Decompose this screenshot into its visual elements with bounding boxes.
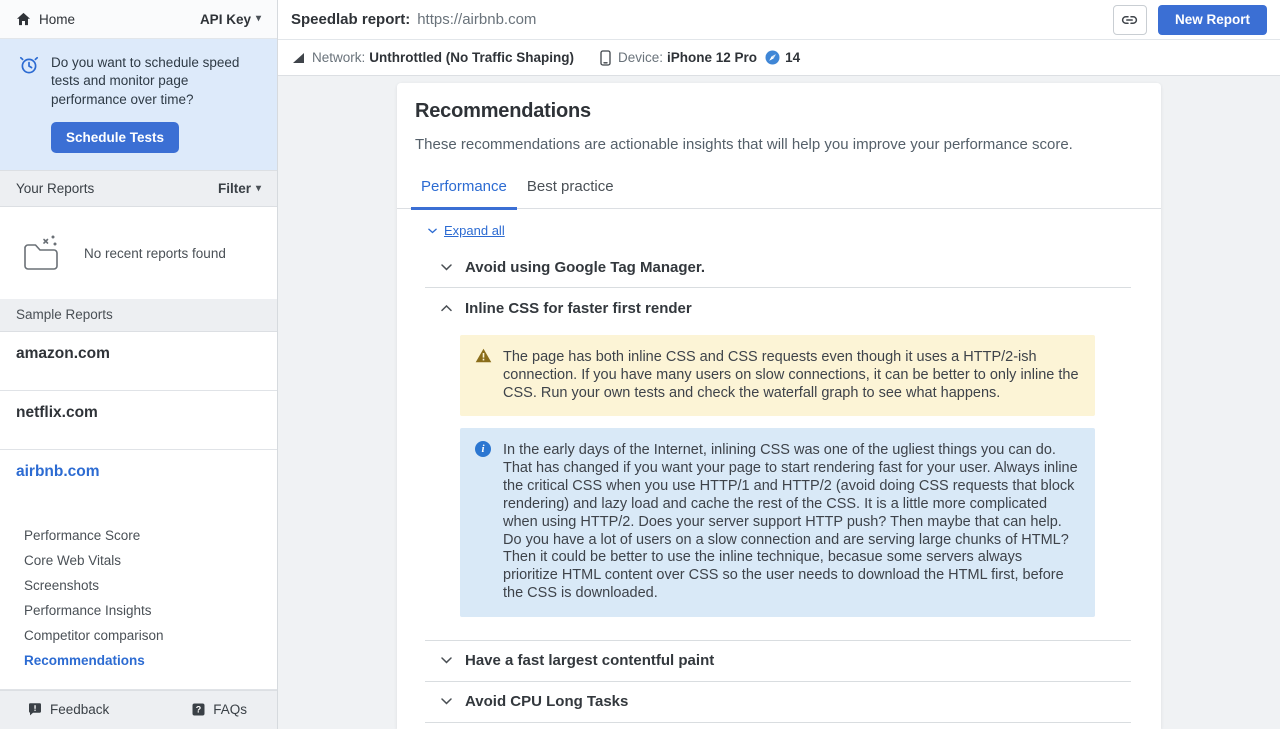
- filter-menu[interactable]: Filter ▾: [218, 181, 261, 196]
- home-link[interactable]: Home: [16, 12, 75, 27]
- home-icon: [16, 12, 31, 26]
- api-key-menu[interactable]: API Key ▾: [200, 12, 261, 27]
- api-key-label: API Key: [199, 11, 251, 27]
- schedule-promo: Do you want to schedule speed tests and …: [0, 39, 277, 170]
- accordion-header-spof[interactable]: Avoid Frontend single point of failures: [425, 723, 1131, 729]
- faq-icon: ?: [192, 703, 205, 716]
- report-title-prefix: Speedlab report:: [291, 11, 411, 28]
- nav-screenshots[interactable]: Screenshots: [24, 573, 277, 598]
- sidebar-top-bar: Home API Key ▾: [0, 0, 277, 40]
- sample-reports-title: Sample Reports: [16, 307, 113, 323]
- warning-callout: The page has both inline CSS and CSS req…: [460, 335, 1095, 417]
- report-title: Speedlab report: https://airbnb.com: [291, 11, 536, 28]
- recommendation-item: Inline CSS for faster first render The p…: [425, 288, 1131, 641]
- signal-icon: [292, 52, 305, 64]
- nav-performance-score[interactable]: Performance Score: [24, 523, 277, 548]
- faqs-label: FAQs: [213, 702, 247, 718]
- sidebar-footer: Feedback ? FAQs: [0, 689, 277, 729]
- accordion-header-inline-css[interactable]: Inline CSS for faster first render: [425, 288, 1131, 328]
- sample-report-amazon[interactable]: amazon.com: [0, 331, 277, 391]
- caret-down-icon: ▾: [255, 182, 261, 194]
- faqs-link[interactable]: ? FAQs: [192, 702, 247, 717]
- caret-down-icon: ▾: [255, 13, 261, 25]
- no-reports-text: No recent reports found: [84, 245, 226, 261]
- sidebar: Home API Key ▾ Do you want to schedule s…: [0, 0, 278, 729]
- sample-report-airbnb[interactable]: airbnb.com: [0, 449, 277, 509]
- accordion-header-lcp[interactable]: Have a fast largest contentful paint: [425, 641, 1131, 681]
- recommendations-accordion: Expand all Avoid using Google Tag Manage…: [425, 223, 1131, 729]
- sample-report-netflix[interactable]: netflix.com: [0, 390, 277, 450]
- safari-icon: [765, 50, 780, 65]
- nav-recommendations[interactable]: Recommendations: [24, 648, 277, 673]
- tab-performance[interactable]: Performance: [411, 174, 517, 210]
- alarm-clock-icon: [18, 54, 40, 109]
- recommendation-title: Inline CSS for faster first render: [465, 299, 692, 317]
- recommendation-title: Avoid using Google Tag Manager.: [465, 258, 706, 276]
- your-reports-header: Your Reports Filter ▾: [0, 169, 277, 208]
- browser-badge: 14: [765, 50, 800, 65]
- schedule-tests-button[interactable]: Schedule Tests: [51, 121, 180, 153]
- chevron-down-icon: [441, 698, 452, 705]
- expand-all-label: Expand all: [444, 223, 505, 238]
- network-label: Network:: [312, 50, 366, 65]
- filter-label: Filter: [217, 181, 251, 196]
- phone-icon: [600, 49, 611, 66]
- promo-text: Do you want to schedule speed tests and …: [51, 55, 240, 107]
- sample-reports-header: Sample Reports: [0, 299, 277, 332]
- page-title: Recommendations: [415, 100, 591, 122]
- warning-icon: [475, 348, 492, 363]
- info-text: In the early days of the Internet, inlin…: [503, 442, 1078, 602]
- home-label: Home: [39, 11, 76, 27]
- tab-best-practice[interactable]: Best practice: [517, 174, 624, 210]
- warning-text: The page has both inline CSS and CSS req…: [503, 349, 1079, 401]
- network-value: Unthrottled (No Traffic Shaping): [369, 50, 575, 65]
- page-subtitle: These recommendations are actionable ins…: [415, 136, 1073, 153]
- report-header: Speedlab report: https://airbnb.com New R…: [278, 0, 1280, 40]
- empty-reports-panel: No recent reports found: [0, 207, 277, 300]
- nav-competitor-comparison[interactable]: Competitor comparison: [24, 623, 277, 648]
- expand-all-link[interactable]: Expand all: [428, 223, 505, 238]
- feedback-link[interactable]: Feedback: [28, 702, 109, 717]
- new-report-button[interactable]: New Report: [1157, 4, 1267, 35]
- accordion-header-gtm[interactable]: Avoid using Google Tag Manager.: [425, 247, 1131, 287]
- info-callout: i In the early days of the Internet, inl…: [460, 428, 1095, 617]
- recommendation-item: Avoid Frontend single point of failures: [425, 723, 1131, 729]
- chevron-down-icon: [441, 657, 452, 664]
- link-icon: [1121, 12, 1138, 28]
- your-reports-title: Your Reports: [16, 181, 95, 196]
- feedback-icon: [28, 703, 42, 716]
- recommendation-item: Avoid CPU Long Tasks: [425, 682, 1131, 723]
- nav-core-web-vitals[interactable]: Core Web Vitals: [24, 548, 277, 573]
- chevron-down-icon: [441, 263, 452, 271]
- recommendation-title: Have a fast largest contentful paint: [465, 652, 715, 670]
- info-icon: i: [475, 441, 491, 458]
- recommendation-item: Have a fast largest contentful paint: [425, 641, 1131, 682]
- content-area: Recommendations These recommendations ar…: [278, 76, 1280, 729]
- report-url: https://airbnb.com: [417, 11, 537, 28]
- feedback-label: Feedback: [50, 702, 110, 718]
- folder-empty-icon: [20, 231, 66, 275]
- network-info: Network: Unthrottled (No Traffic Shaping…: [292, 50, 574, 65]
- svg-text:?: ?: [196, 705, 202, 715]
- device-value: iPhone 12 Pro: [667, 50, 758, 65]
- main-area: Speedlab report: https://airbnb.com New R…: [278, 0, 1280, 729]
- recommendations-card: Recommendations These recommendations ar…: [397, 83, 1161, 729]
- device-info: Device: iPhone 12 Pro 14: [600, 49, 800, 66]
- recommendation-title: Avoid CPU Long Tasks: [465, 693, 629, 711]
- tab-bar: Performance Best practice: [397, 174, 1161, 210]
- device-label: Device:: [618, 50, 664, 65]
- browser-version: 14: [785, 50, 801, 65]
- report-section-nav: Performance Score Core Web Vitals Screen…: [0, 509, 277, 690]
- test-meta-bar: Network: Unthrottled (No Traffic Shaping…: [278, 40, 1280, 76]
- accordion-header-long-tasks[interactable]: Avoid CPU Long Tasks: [425, 682, 1131, 722]
- nav-performance-insights[interactable]: Performance Insights: [24, 598, 277, 623]
- chevron-down-icon: [428, 228, 437, 234]
- recommendation-item: Avoid using Google Tag Manager.: [425, 247, 1131, 288]
- copy-link-button[interactable]: [1112, 4, 1147, 35]
- chevron-up-icon: [441, 304, 452, 312]
